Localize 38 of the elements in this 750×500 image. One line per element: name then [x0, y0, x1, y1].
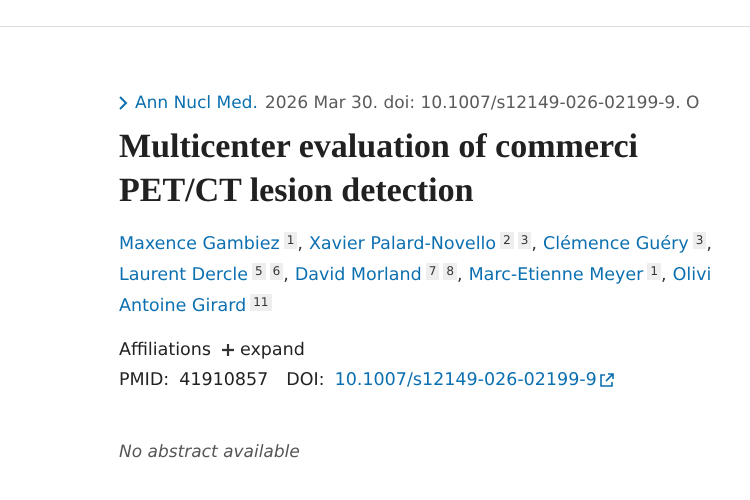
author-link[interactable]: Clémence Guéry — [543, 229, 689, 260]
affiliation-number[interactable]: 5 — [252, 263, 266, 280]
affiliation-number[interactable]: 6 — [270, 263, 284, 280]
abstract-note: No abstract available — [119, 442, 301, 462]
comma: , — [706, 233, 712, 256]
author-link[interactable]: David Morland — [294, 260, 422, 291]
comma: , — [661, 264, 667, 287]
author-link[interactable]: Laurent Dercle — [119, 260, 248, 291]
journal-link[interactable]: Ann Nucl Med. — [135, 93, 258, 113]
comma: , — [531, 233, 537, 256]
author-link[interactable]: Maxence Gambiez — [119, 229, 280, 260]
article-title: Multicenter evaluation of commerci — [119, 127, 639, 167]
plus-icon — [220, 343, 235, 357]
external-link-icon — [598, 372, 614, 388]
author-link[interactable]: Olivi — [672, 260, 712, 291]
affiliation-number[interactable]: 8 — [443, 263, 457, 280]
comma: , — [456, 264, 463, 287]
author-link[interactable]: Xavier Palard-Novello — [308, 229, 496, 260]
article-title: PET/CT lesion detection — [119, 171, 474, 211]
citation-details: 2026 Mar 30. doi: 10.1007/s12149-026-02199-9. O — [264, 93, 700, 113]
pmid-label: PMID: — [119, 370, 170, 390]
doi-link[interactable]: 10.1007/s12149-026-02199-9 — [334, 370, 597, 390]
affiliation-number[interactable]: 7 — [426, 263, 440, 280]
affiliation-number[interactable]: 3 — [518, 232, 532, 249]
affiliation-number[interactable]: 2 — [500, 232, 514, 249]
affiliation-number[interactable]: 11 — [250, 294, 272, 311]
comma: , — [283, 264, 289, 287]
chevron-right-icon — [119, 96, 128, 110]
author-link[interactable]: Marc-Etienne Meyer — [468, 260, 644, 291]
comma: , — [297, 233, 303, 256]
affiliation-number[interactable]: 3 — [692, 232, 706, 249]
affiliation-number[interactable]: 1 — [647, 263, 662, 280]
affiliations-label: Affiliations — [119, 340, 211, 360]
affiliation-number[interactable]: 1 — [284, 232, 298, 249]
expand-button[interactable]: expand — [220, 340, 305, 360]
doi-label: DOI: — [286, 370, 325, 390]
pmid-value: 41910857 — [179, 370, 268, 390]
author-link[interactable]: Antoine Girard — [119, 291, 246, 322]
